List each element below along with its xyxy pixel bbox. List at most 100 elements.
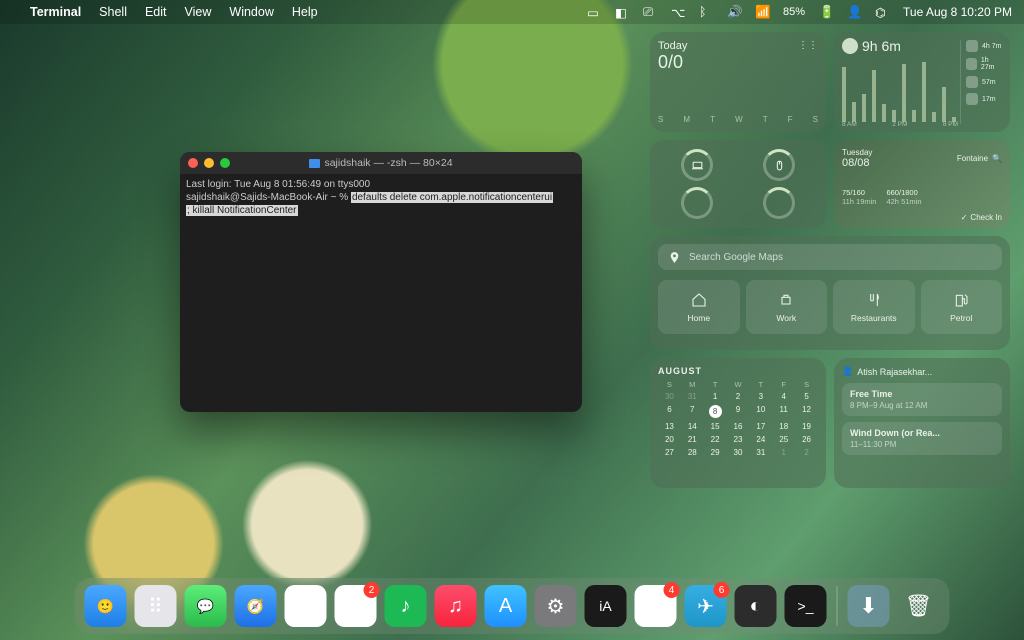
calendar-day[interactable]: 27 [658,447,681,458]
menu-edit[interactable]: Edit [145,5,167,19]
battery-percent[interactable]: 85% [783,6,805,18]
calendar-day[interactable]: 29 [704,447,727,458]
terminal-body[interactable]: Last login: Tue Aug 8 01:56:49 on ttys00… [180,174,582,221]
activity-day: S [813,115,818,124]
calendar-day[interactable]: 15 [704,421,727,432]
calendar-widget[interactable]: AUGUST SMTWTFS30311234567891011121314151… [650,358,826,488]
dock-safari[interactable]: 🧭 [235,585,277,627]
terminal-titlebar[interactable]: sajidshaik — -zsh — 80×24 [180,152,582,174]
screentime-total: 9h 6m [862,38,901,54]
calendar-day[interactable]: 21 [681,434,704,445]
user-icon[interactable]: 👤 [847,5,861,19]
dock-figma[interactable]: ◐ [735,585,777,627]
event-item[interactable]: Free Time8 PM–9 Aug at 12 AM [842,383,1002,416]
calendar-day[interactable]: 1 [704,391,727,402]
calendar-day[interactable]: 17 [749,421,772,432]
calendar-day[interactable]: 23 [727,434,750,445]
calendar-day[interactable]: 9 [727,404,750,419]
game-widget[interactable]: Tuesday 08/08 Fontaine 🔍 75/16011h 19min… [834,140,1010,228]
calendar-day[interactable]: 14 [681,421,704,432]
screentime-bar [942,87,946,122]
app-name-menu[interactable]: Terminal [30,5,81,19]
calendar-day[interactable]: 26 [795,434,818,445]
dock-finder[interactable]: 🙂 [85,585,127,627]
clock[interactable]: Tue Aug 8 10:20 PM [903,5,1012,19]
status-icon-4[interactable]: ⌥ [671,5,685,19]
calendar-day[interactable]: 3 [749,391,772,402]
terminal-window[interactable]: sajidshaik — -zsh — 80×24 Last login: Tu… [180,152,582,412]
calendar-day[interactable]: 2 [795,447,818,458]
activity-value: 0/0 [658,52,818,73]
calendar-day[interactable]: 22 [704,434,727,445]
calendar-day[interactable]: 2 [727,391,750,402]
maps-cat-petrol[interactable]: Petrol [921,280,1003,334]
calendar-day[interactable]: 31 [749,447,772,458]
event-item[interactable]: Wind Down (or Rea...11–11:30 PM [842,422,1002,455]
maps-cat-label: Restaurants [851,313,897,323]
calendar-day[interactable]: 18 [772,421,795,432]
calendar-day[interactable]: 24 [749,434,772,445]
maps-cat-work[interactable]: Work [746,280,828,334]
calendar-day[interactable]: 16 [727,421,750,432]
calendar-day[interactable]: 19 [795,421,818,432]
menu-shell[interactable]: Shell [99,5,127,19]
terminal-selection[interactable]: ; killall NotificationCenter [186,205,298,216]
calendar-day[interactable]: 31 [681,391,704,402]
calendar-day[interactable]: 25 [772,434,795,445]
control-center-icon[interactable]: ⌬ [875,5,889,19]
dock-launchpad[interactable]: ⠿ [135,585,177,627]
calendar-day[interactable]: 13 [658,421,681,432]
batteries-widget[interactable] [650,140,826,228]
dock-ia-writer[interactable]: iA [585,585,627,627]
calendar-day[interactable]: 6 [658,404,681,419]
badge: 6 [714,582,730,598]
calendar-day[interactable]: 10 [749,404,772,419]
calendar-dow: W [727,380,750,389]
dock-appstore[interactable]: A [485,585,527,627]
dock-messages[interactable]: 💬 [185,585,227,627]
events-widget[interactable]: 👤Atish Rajasekhar... Free Time8 PM–9 Aug… [834,358,1010,488]
calendar-day[interactable]: 30 [658,391,681,402]
calendar-day[interactable]: 7 [681,404,704,419]
dock-spotify[interactable]: ♪ [385,585,427,627]
status-icon-2[interactable]: ◧ [615,5,629,19]
calendar-day[interactable]: 20 [658,434,681,445]
dock-reminders[interactable]: ≣2 [335,585,377,627]
work-icon [778,292,794,308]
search-icon[interactable]: 🔍 [992,154,1002,163]
calendar-day[interactable]: 5 [795,391,818,402]
arc-icon: ✴ [297,594,314,619]
battery-icon[interactable]: 🔋 [819,5,833,19]
maps-cat-home[interactable]: Home [658,280,740,334]
calendar-day[interactable]: 28 [681,447,704,458]
volume-icon[interactable]: 🔊 [727,5,741,19]
calendar-day[interactable]: 11 [772,404,795,419]
status-icon-1[interactable]: ▭ [587,5,601,19]
bluetooth-icon[interactable]: ᛒ [699,5,713,19]
calendar-day[interactable]: 4 [772,391,795,402]
dock-telegram[interactable]: ✈6 [685,585,727,627]
maps-cat-restaurants[interactable]: Restaurants [833,280,915,334]
wifi-icon[interactable]: 📶 [755,5,769,19]
calendar-day[interactable]: 30 [727,447,750,458]
checkin-button[interactable]: ✓Check In [961,213,1002,222]
terminal-selection[interactable]: defaults delete com.apple.notificationce… [351,192,553,203]
status-icon-3[interactable]: ⎚ [643,5,657,19]
calendar-day[interactable]: 1 [772,447,795,458]
maps-widget[interactable]: Search Google Maps HomeWork Restaurants Pe… [650,236,1010,350]
menu-window[interactable]: Window [229,5,273,19]
activity-widget[interactable]: Today 0/0 ⋮⋮ SMTWTFS [650,32,826,132]
screentime-widget[interactable]: 9h 6m 4h 7m1h 27m57m17m 8 AM2 PM8 PM [834,32,1010,132]
maps-search[interactable]: Search Google Maps [658,244,1002,270]
dock-downloads[interactable]: ⬇ [848,585,890,627]
dock-things[interactable]: ✓4 [635,585,677,627]
calendar-day[interactable]: 8 [704,404,727,419]
dock-trash[interactable]: 🗑 [898,585,940,627]
dock-settings[interactable]: ⚙ [535,585,577,627]
dock-terminal[interactable]: >_ [785,585,827,627]
dock-arc[interactable]: ✴ [285,585,327,627]
menu-view[interactable]: View [185,5,212,19]
calendar-day[interactable]: 12 [795,404,818,419]
menu-help[interactable]: Help [292,5,318,19]
dock-music[interactable]: ♫ [435,585,477,627]
